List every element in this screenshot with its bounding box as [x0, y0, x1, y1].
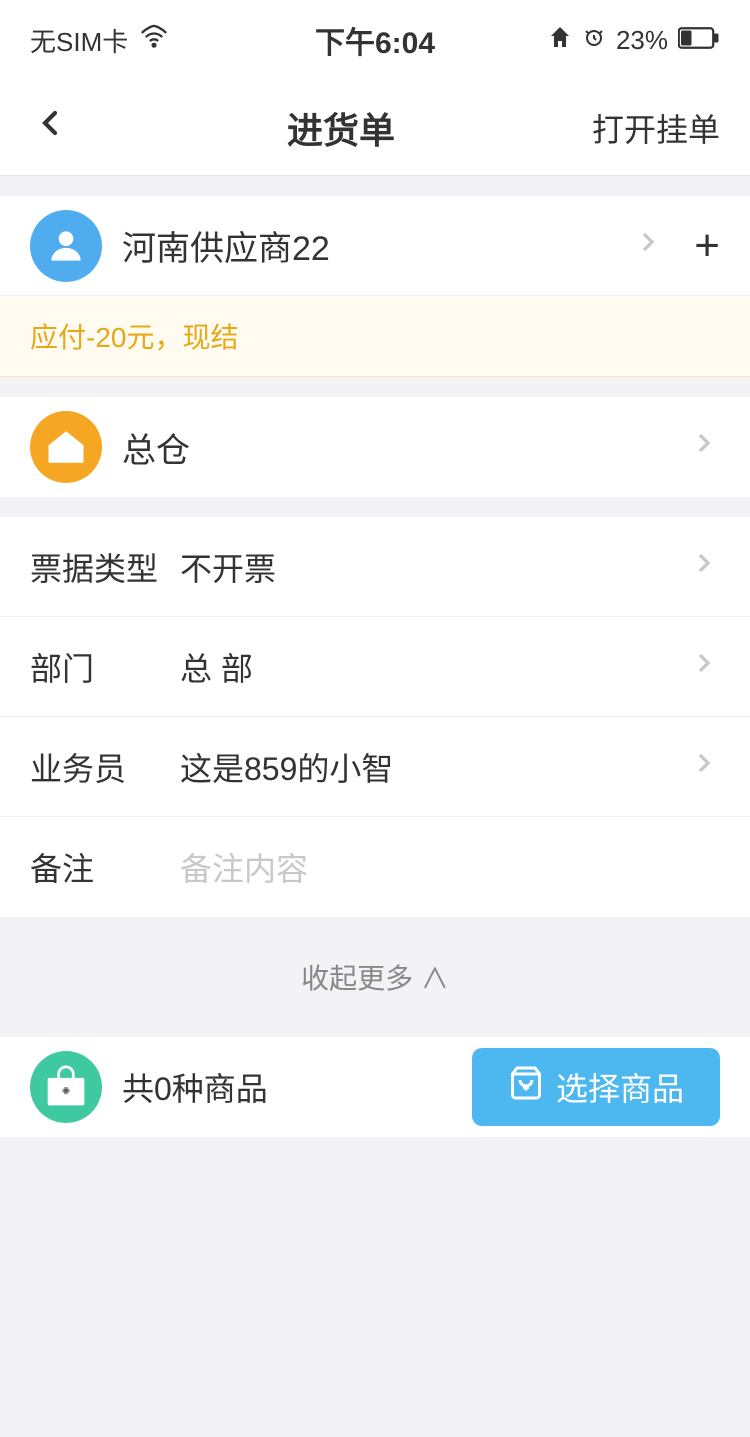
- product-count-label: 共0种商品: [122, 1064, 472, 1110]
- select-product-label: 选择商品: [556, 1064, 684, 1110]
- department-label: 部门: [30, 644, 170, 690]
- bottom-content-area: [0, 1137, 750, 1437]
- status-right: 23%: [548, 25, 720, 56]
- supplier-name: 河南供应商22: [122, 221, 632, 270]
- section-divider-2: [0, 377, 750, 397]
- salesman-label: 业务员: [30, 744, 170, 790]
- invoice-type-value: 不开票: [170, 544, 688, 590]
- cart-icon: [508, 1065, 544, 1110]
- back-button[interactable]: [30, 103, 90, 153]
- section-divider-1: [0, 176, 750, 196]
- warehouse-row[interactable]: 总仓: [0, 397, 750, 497]
- salesman-value: 这是859的小智: [170, 744, 688, 790]
- page-title: 进货单: [287, 102, 395, 154]
- remark-label: 备注: [30, 844, 170, 890]
- status-bar: 无SIM卡 下午6:04 23%: [0, 0, 750, 80]
- carrier-label: 无SIM卡: [30, 22, 128, 59]
- nav-bar: 进货单 打开挂单: [0, 80, 750, 176]
- collapse-label: 收起更多 ∧: [301, 957, 449, 997]
- collapse-row[interactable]: 收起更多 ∧: [0, 937, 750, 1017]
- warehouse-icon: [30, 411, 102, 483]
- select-product-button[interactable]: 选择商品: [472, 1048, 720, 1126]
- supplier-chevron-icon: [632, 225, 664, 267]
- remark-input[interactable]: 备注内容: [170, 844, 720, 890]
- status-left: 无SIM卡: [30, 22, 168, 59]
- battery-icon: [678, 25, 720, 56]
- supplier-section: 河南供应商22 + 应付-20元，现结: [0, 196, 750, 377]
- warehouse-name: 总仓: [122, 423, 688, 472]
- warehouse-chevron-icon: [688, 426, 720, 468]
- salesman-row[interactable]: 业务员 这是859的小智: [0, 717, 750, 817]
- open-pending-button[interactable]: 打开挂单: [592, 105, 720, 151]
- salesman-chevron-icon: [688, 746, 720, 788]
- warehouse-section: 总仓: [0, 397, 750, 497]
- department-chevron-icon: [688, 646, 720, 688]
- department-value: 总 部: [170, 644, 688, 690]
- notice-banner: 应付-20元，现结: [0, 296, 750, 377]
- battery-label: 23%: [616, 25, 668, 56]
- wifi-icon: [140, 23, 168, 58]
- supplier-row[interactable]: 河南供应商22 +: [0, 196, 750, 296]
- location-icon: [548, 25, 572, 56]
- product-icon: [30, 1051, 102, 1123]
- supplier-avatar: [30, 210, 102, 282]
- alarm-icon: [582, 25, 606, 56]
- invoice-type-label: 票据类型: [30, 544, 170, 590]
- form-section: 票据类型 不开票 部门 总 部 业务员 这是859的小智 备注 备注内容: [0, 517, 750, 917]
- status-time: 下午6:04: [315, 18, 435, 62]
- invoice-type-row[interactable]: 票据类型 不开票: [0, 517, 750, 617]
- invoice-type-chevron-icon: [688, 546, 720, 588]
- bottom-bar: 共0种商品 选择商品: [0, 1037, 750, 1137]
- remark-row[interactable]: 备注 备注内容: [0, 817, 750, 917]
- add-supplier-button[interactable]: +: [694, 221, 720, 271]
- department-row[interactable]: 部门 总 部: [0, 617, 750, 717]
